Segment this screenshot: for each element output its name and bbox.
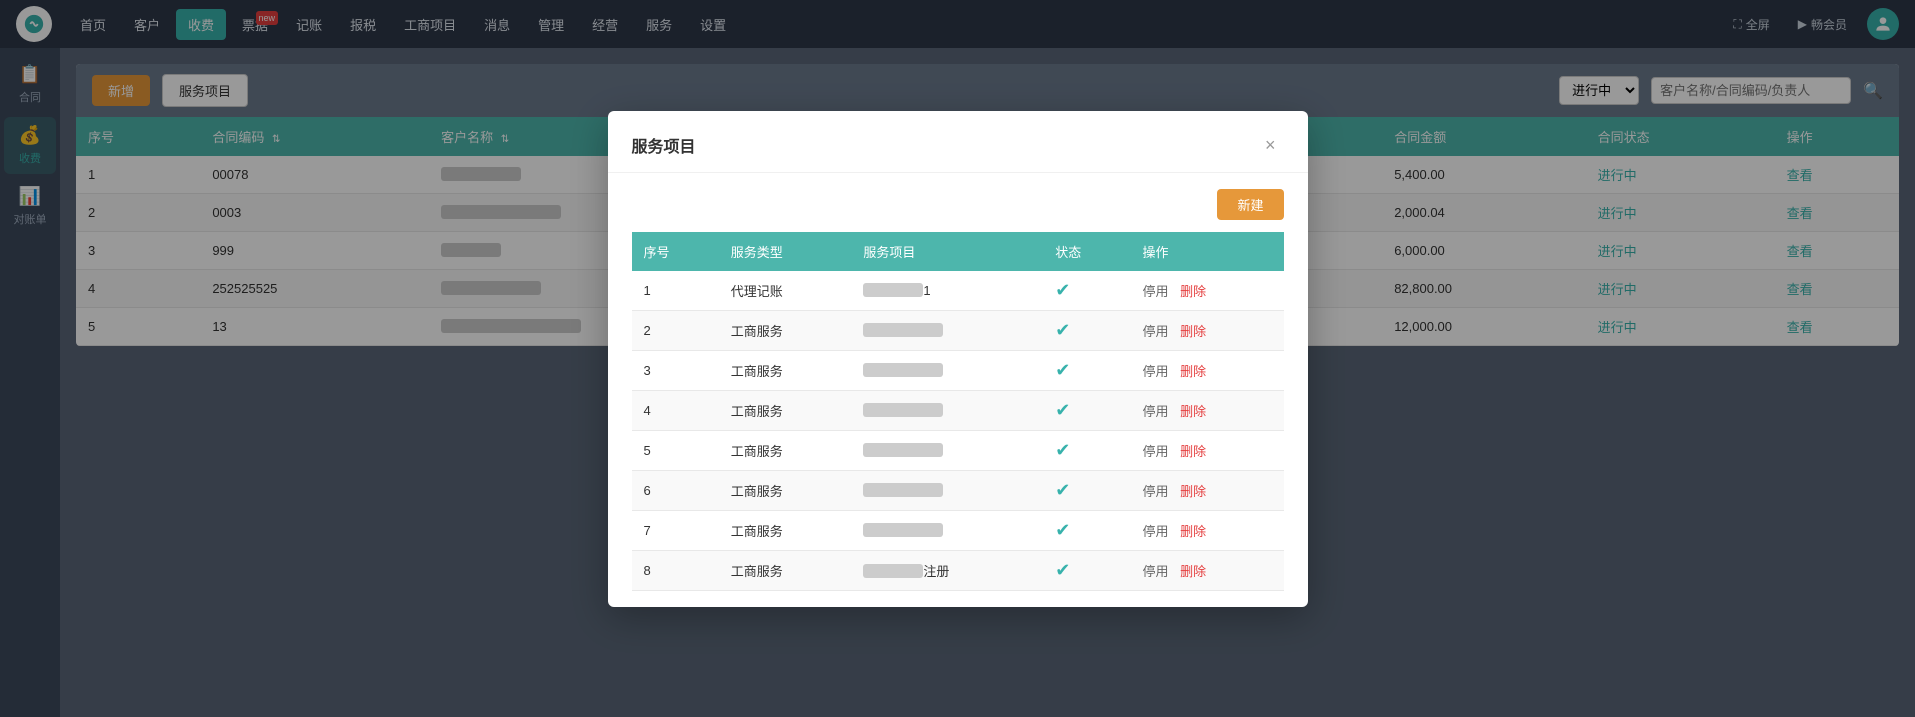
dcell-seq: 4 (632, 390, 719, 430)
dcol-status: 状态 (1043, 232, 1130, 271)
dcell-status: ✔ (1043, 350, 1130, 390)
dcell-type: 工商服务 (719, 510, 852, 550)
dcell-actions: 停用 删除 (1131, 350, 1284, 390)
dcell-item: 注册 (851, 550, 1043, 590)
dialog-toolbar: 新建 (632, 189, 1284, 220)
delete-link[interactable]: 删除 (1180, 444, 1206, 459)
dcell-seq: 8 (632, 550, 719, 590)
dialog-overlay[interactable]: 服务项目 × 新建 序号 服务类型 服务项目 状态 操作 1 (0, 0, 1915, 717)
stop-link[interactable]: 停用 (1143, 284, 1169, 299)
dcol-item: 服务项目 (851, 232, 1043, 271)
delete-link[interactable]: 删除 (1180, 404, 1206, 419)
dcell-type: 工商服务 (719, 310, 852, 350)
delete-link[interactable]: 删除 (1180, 324, 1206, 339)
dcell-status: ✔ (1043, 430, 1130, 470)
dcell-item: 1 (851, 271, 1043, 311)
dcell-seq: 5 (632, 430, 719, 470)
delete-link[interactable]: 删除 (1180, 284, 1206, 299)
delete-link[interactable]: 删除 (1180, 564, 1206, 579)
dcell-actions: 停用 删除 (1131, 550, 1284, 590)
stop-link[interactable]: 停用 (1143, 564, 1169, 579)
stop-link[interactable]: 停用 (1143, 364, 1169, 379)
dialog-header: 服务项目 × (608, 111, 1308, 173)
dcell-status: ✔ (1043, 310, 1130, 350)
dcol-action: 操作 (1131, 232, 1284, 271)
service-dialog: 服务项目 × 新建 序号 服务类型 服务项目 状态 操作 1 (608, 111, 1308, 607)
dcell-item (851, 350, 1043, 390)
stop-link[interactable]: 停用 (1143, 524, 1169, 539)
dcell-item (851, 390, 1043, 430)
dcol-seq: 序号 (632, 232, 719, 271)
dcell-item (851, 510, 1043, 550)
dcell-actions: 停用 删除 (1131, 510, 1284, 550)
dcell-item (851, 310, 1043, 350)
dcell-type: 工商服务 (719, 550, 852, 590)
stop-link[interactable]: 停用 (1143, 484, 1169, 499)
dcell-item (851, 470, 1043, 510)
dialog-table-row: 2 工商服务 ✔ 停用 删除 (632, 310, 1284, 350)
dialog-table-row: 3 工商服务 ✔ 停用 删除 (632, 350, 1284, 390)
dialog-body: 新建 序号 服务类型 服务项目 状态 操作 1 代理记账 1 ✔ 停用 (608, 173, 1308, 607)
stop-link[interactable]: 停用 (1143, 444, 1169, 459)
dcell-seq: 7 (632, 510, 719, 550)
dcell-type: 工商服务 (719, 470, 852, 510)
dcell-item (851, 430, 1043, 470)
dialog-table-header-row: 序号 服务类型 服务项目 状态 操作 (632, 232, 1284, 271)
dcell-type: 工商服务 (719, 430, 852, 470)
dcol-type: 服务类型 (719, 232, 852, 271)
dcell-actions: 停用 删除 (1131, 470, 1284, 510)
dialog-table-row: 7 工商服务 ✔ 停用 删除 (632, 510, 1284, 550)
dcell-actions: 停用 删除 (1131, 430, 1284, 470)
stop-link[interactable]: 停用 (1143, 324, 1169, 339)
service-table: 序号 服务类型 服务项目 状态 操作 1 代理记账 1 ✔ 停用 删除 2 工商… (632, 232, 1284, 591)
dialog-table-row: 8 工商服务 注册 ✔ 停用 删除 (632, 550, 1284, 590)
dcell-seq: 2 (632, 310, 719, 350)
dcell-status: ✔ (1043, 470, 1130, 510)
delete-link[interactable]: 删除 (1180, 524, 1206, 539)
dcell-seq: 1 (632, 271, 719, 311)
dcell-seq: 6 (632, 470, 719, 510)
dialog-new-button[interactable]: 新建 (1217, 189, 1283, 220)
dialog-table-row: 6 工商服务 ✔ 停用 删除 (632, 470, 1284, 510)
dcell-status: ✔ (1043, 550, 1130, 590)
dcell-type: 工商服务 (719, 390, 852, 430)
dcell-actions: 停用 删除 (1131, 390, 1284, 430)
dcell-status: ✔ (1043, 510, 1130, 550)
dialog-table-row: 1 代理记账 1 ✔ 停用 删除 (632, 271, 1284, 311)
dialog-close-button[interactable]: × (1257, 131, 1284, 160)
dcell-seq: 3 (632, 350, 719, 390)
dcell-status: ✔ (1043, 390, 1130, 430)
dialog-title: 服务项目 (632, 133, 696, 157)
delete-link[interactable]: 删除 (1180, 484, 1206, 499)
delete-link[interactable]: 删除 (1180, 364, 1206, 379)
dcell-type: 代理记账 (719, 271, 852, 311)
dcell-type: 工商服务 (719, 350, 852, 390)
dcell-actions: 停用 删除 (1131, 310, 1284, 350)
dcell-actions: 停用 删除 (1131, 271, 1284, 311)
dialog-table-row: 4 工商服务 ✔ 停用 删除 (632, 390, 1284, 430)
dcell-status: ✔ (1043, 271, 1130, 311)
dialog-table-row: 5 工商服务 ✔ 停用 删除 (632, 430, 1284, 470)
stop-link[interactable]: 停用 (1143, 404, 1169, 419)
